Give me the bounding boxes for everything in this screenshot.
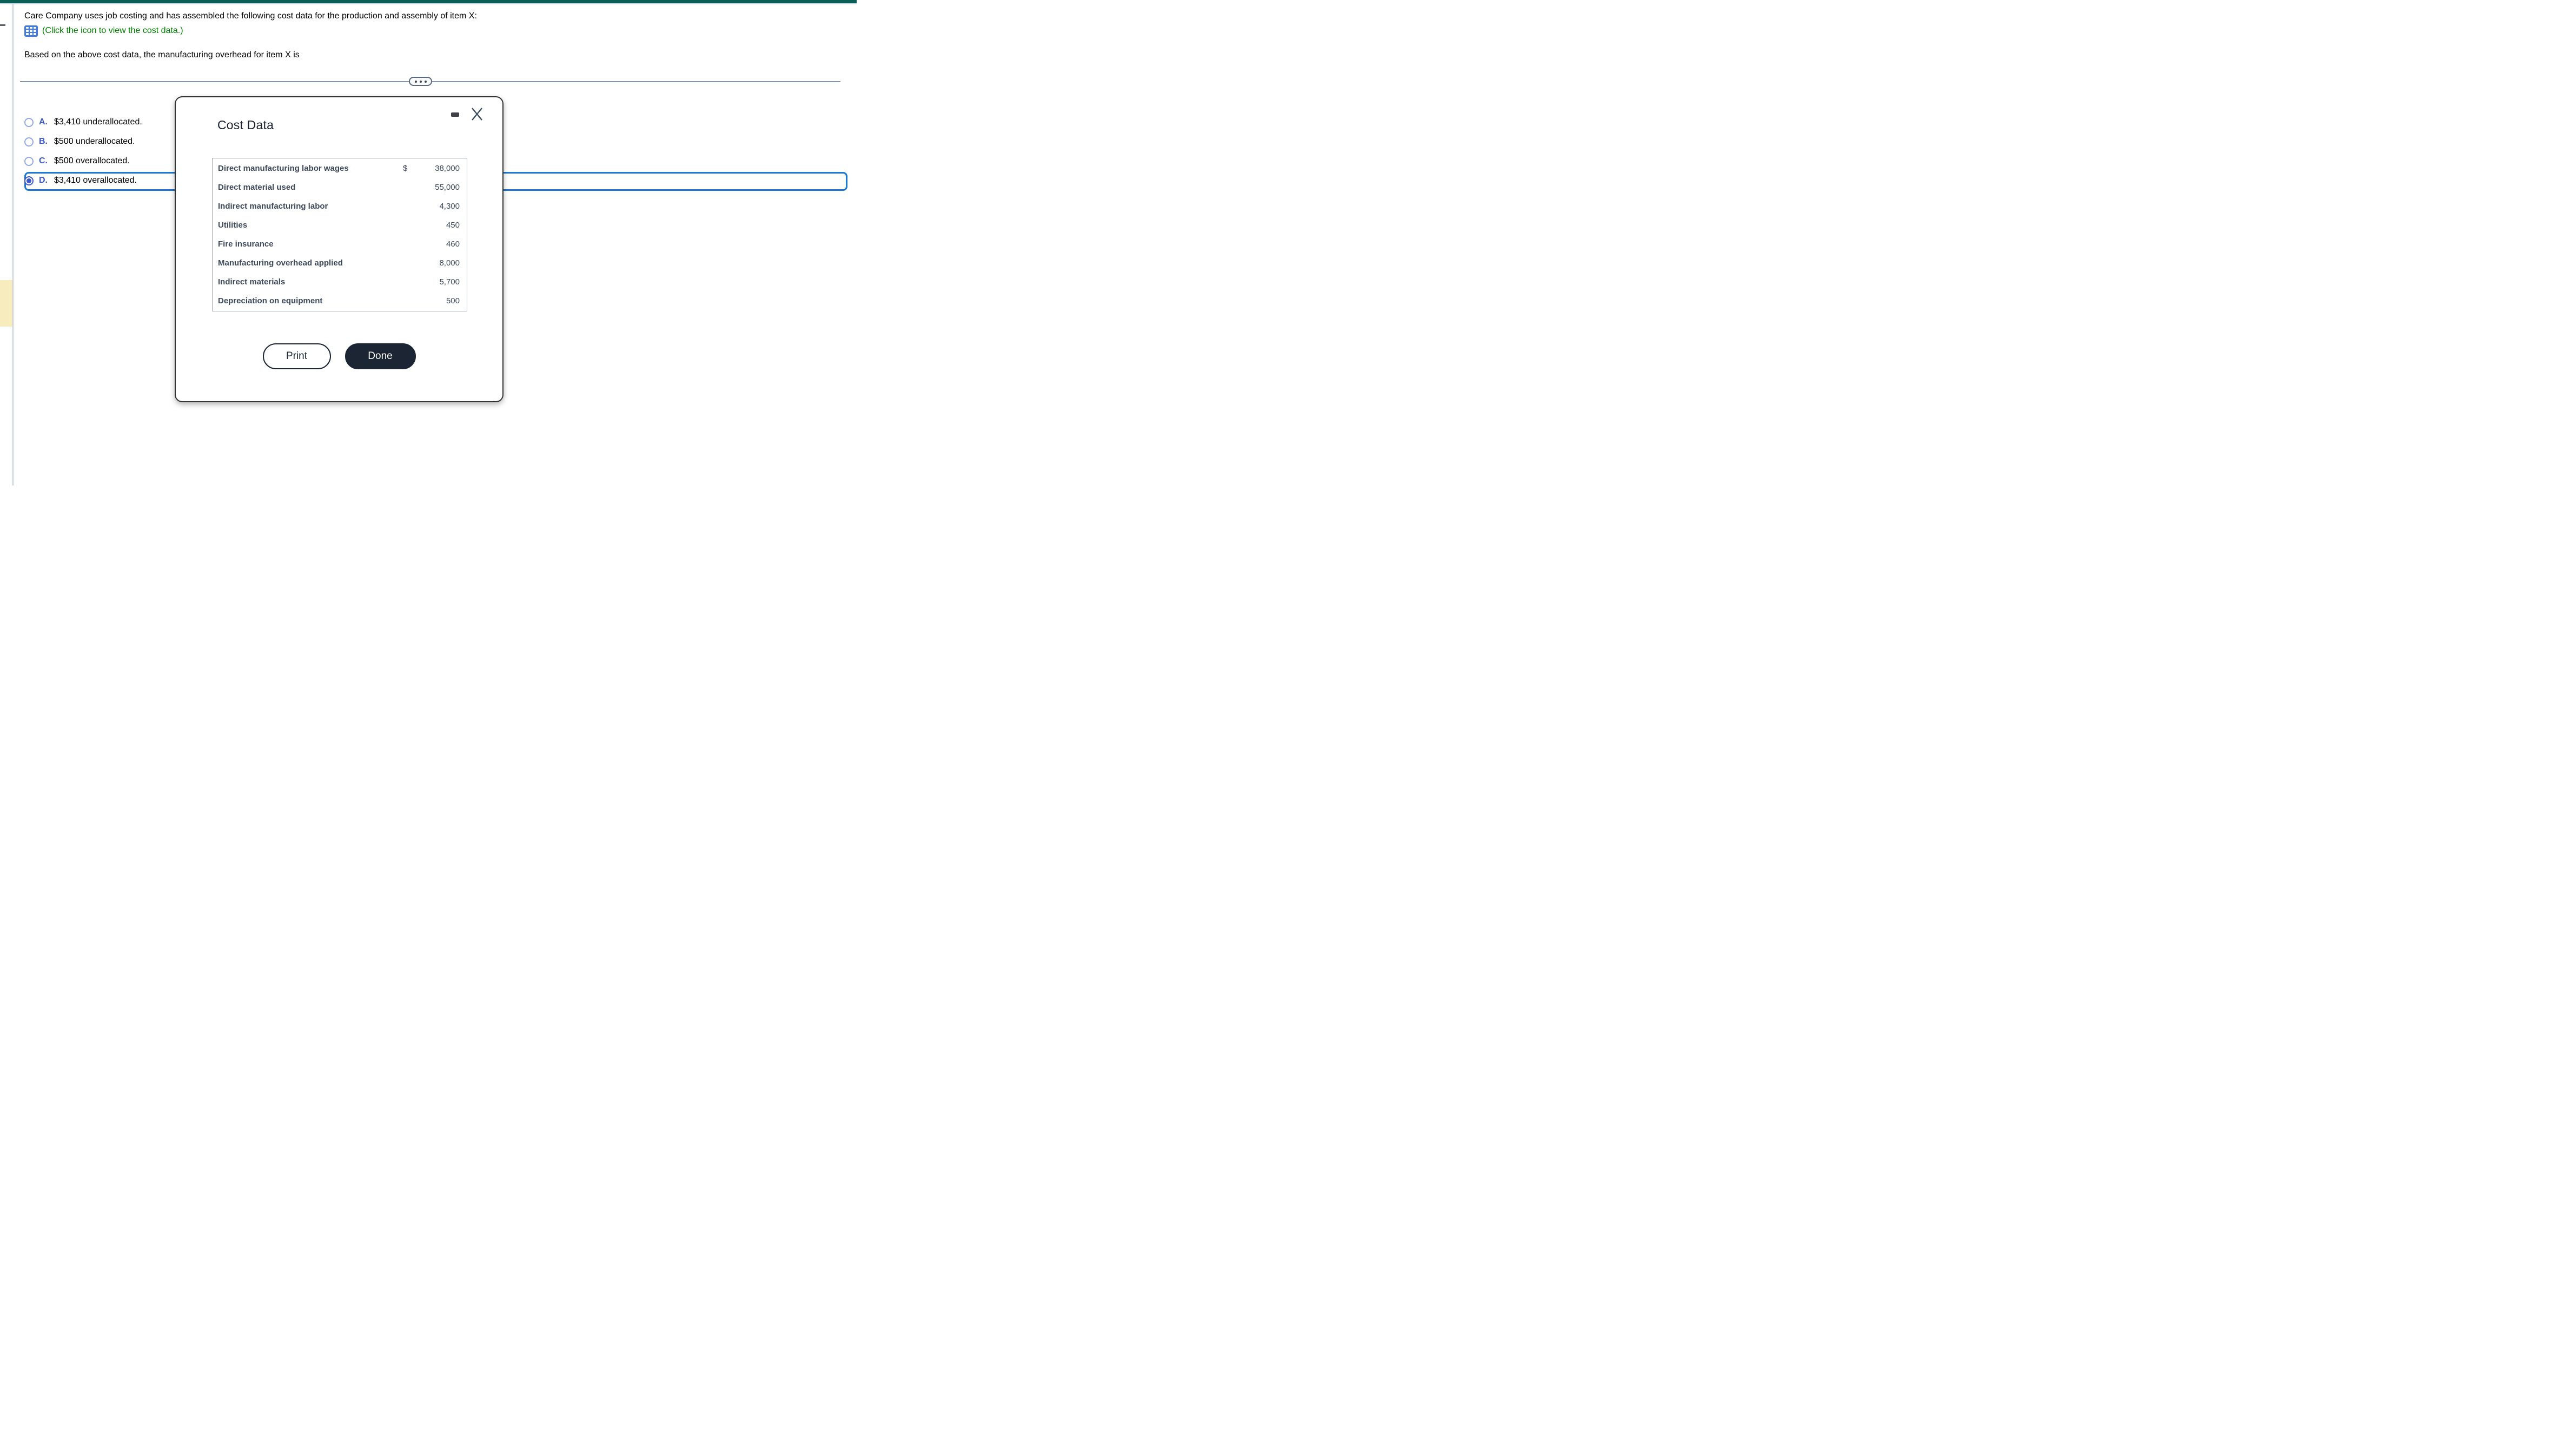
top-bar-underline <box>0 3 857 4</box>
option-letter: B. <box>39 137 54 147</box>
radio-button[interactable] <box>24 157 34 166</box>
table-row: Utilities 450 <box>213 216 467 235</box>
table-row: Direct manufacturing labor wages $38,000 <box>213 159 467 178</box>
answer-option-d[interactable]: D. $3,410 overallocated. <box>24 174 142 187</box>
cost-item-label: Fire insurance <box>218 240 403 249</box>
dialog-buttons: Print Done <box>176 343 502 369</box>
option-letter: A. <box>39 117 54 127</box>
radio-button-selected[interactable] <box>24 176 34 185</box>
table-row: Indirect materials 5,700 <box>213 272 467 291</box>
cost-item-label: Depreciation on equipment <box>218 296 403 305</box>
dialog-title: Cost Data <box>217 118 274 132</box>
print-button[interactable]: Print <box>263 343 331 369</box>
cost-value: 460 <box>414 240 460 249</box>
minimize-icon[interactable] <box>451 112 459 117</box>
option-text: $3,410 underallocated. <box>54 117 142 127</box>
cost-value: 55,000 <box>414 183 460 192</box>
option-text: $500 overallocated. <box>54 156 130 166</box>
view-cost-data-link[interactable]: (Click the icon to view the cost data.) <box>42 26 183 36</box>
divider-ellipsis-handle[interactable] <box>409 77 432 86</box>
cost-item-label: Indirect materials <box>218 277 403 287</box>
cost-data-table: Direct manufacturing labor wages $38,000… <box>212 158 467 311</box>
option-letter: D. <box>39 176 54 185</box>
currency-symbol <box>403 202 414 211</box>
option-text: $3,410 overallocated. <box>54 176 137 185</box>
radio-button[interactable] <box>24 137 34 147</box>
done-button[interactable]: Done <box>345 343 416 369</box>
answer-option-c[interactable]: C. $500 overallocated. <box>24 155 142 168</box>
cost-item-label: Manufacturing overhead applied <box>218 258 403 268</box>
left-vertical-divider <box>12 4 14 486</box>
currency-symbol: $ <box>403 164 414 173</box>
currency-symbol <box>403 221 414 230</box>
page: Care Company uses job costing and has as… <box>0 0 857 486</box>
table-row: Indirect manufacturing labor 4,300 <box>213 197 467 216</box>
question-text-line1: Care Company uses job costing and has as… <box>24 11 477 21</box>
radio-button[interactable] <box>24 118 34 127</box>
currency-symbol <box>403 183 414 192</box>
cost-item-label: Indirect manufacturing labor <box>218 202 403 211</box>
option-text: $500 underallocated. <box>54 137 135 147</box>
cost-data-dialog: Cost Data Direct manufacturing labor wag… <box>175 96 504 402</box>
cost-value: 38,000 <box>414 164 460 173</box>
option-letter: C. <box>39 156 54 166</box>
answer-option-b[interactable]: B. $500 underallocated. <box>24 135 142 148</box>
answer-options: A. $3,410 underallocated. B. $500 undera… <box>24 116 142 194</box>
cost-item-label: Direct manufacturing labor wages <box>218 164 403 173</box>
cost-item-label: Direct material used <box>218 183 403 192</box>
table-icon[interactable] <box>24 25 38 37</box>
cost-value: 4,300 <box>414 202 460 211</box>
cost-value: 500 <box>414 296 460 305</box>
answer-option-a[interactable]: A. $3,410 underallocated. <box>24 116 142 129</box>
left-margin-dash <box>0 24 5 26</box>
currency-symbol <box>403 258 414 268</box>
table-row: Depreciation on equipment 500 <box>213 291 467 310</box>
close-icon[interactable] <box>469 106 485 121</box>
cost-value: 5,700 <box>414 277 460 287</box>
cost-data-link-row[interactable]: (Click the icon to view the cost data.) <box>24 24 183 37</box>
cost-value: 8,000 <box>414 258 460 268</box>
left-yellow-marker <box>0 280 12 327</box>
currency-symbol <box>403 296 414 305</box>
table-row: Manufacturing overhead applied 8,000 <box>213 254 467 272</box>
currency-symbol <box>403 240 414 249</box>
cost-value: 450 <box>414 221 460 230</box>
currency-symbol <box>403 277 414 287</box>
table-row: Direct material used 55,000 <box>213 178 467 197</box>
question-text-line2: Based on the above cost data, the manufa… <box>24 50 300 60</box>
cost-item-label: Utilities <box>218 221 403 230</box>
table-row: Fire insurance 460 <box>213 235 467 254</box>
